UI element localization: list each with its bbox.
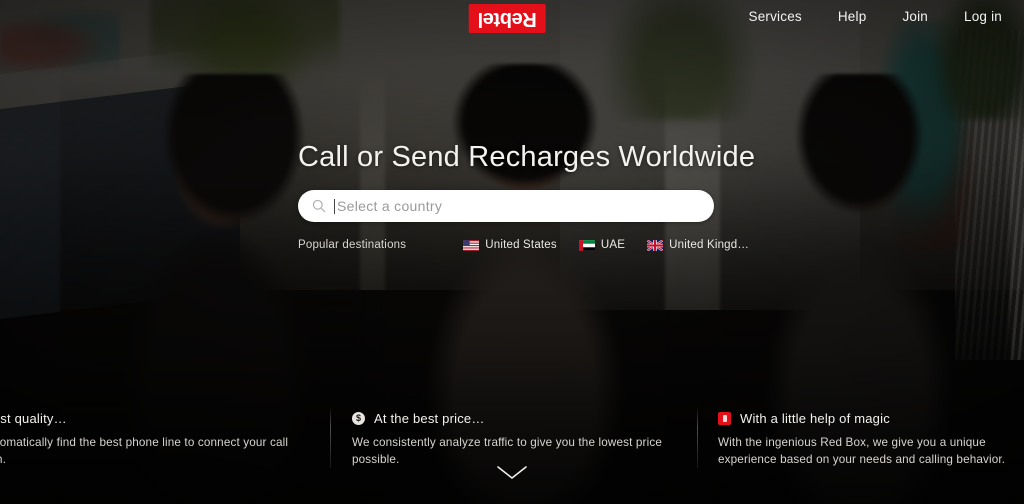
flag-gb-icon bbox=[647, 239, 664, 251]
destination-label: United Kingd… bbox=[669, 239, 750, 251]
rebtel-logo-text: Rebtel bbox=[478, 8, 537, 30]
feature-best-quality: Best quality… We automatically find the … bbox=[0, 410, 292, 468]
nav-item-help[interactable]: Help bbox=[838, 9, 867, 24]
feature-header: Best quality… bbox=[0, 410, 292, 426]
popular-destinations-label: Popular destinations bbox=[298, 239, 407, 251]
feature-divider bbox=[330, 406, 331, 468]
flag-ae-icon bbox=[578, 239, 595, 251]
dollar-icon: $ bbox=[352, 411, 365, 425]
feature-header: With a little help of magic bbox=[718, 410, 1018, 426]
site-header: Rebtel Services Help Join Log in bbox=[0, 0, 1024, 40]
destination-list: United States UAE United Kingd… bbox=[463, 239, 749, 251]
destination-label: United States bbox=[485, 239, 557, 251]
search-icon bbox=[312, 199, 326, 213]
red-box-icon bbox=[718, 411, 731, 425]
feature-red-box-magic: With a little help of magic With the ing… bbox=[718, 410, 1018, 468]
main-navigation: Services Help Join Log in bbox=[748, 9, 1002, 24]
feature-title: Best quality… bbox=[0, 410, 67, 426]
country-search-box[interactable]: Select a country bbox=[298, 190, 714, 222]
feature-title: At the best price… bbox=[374, 410, 485, 426]
feature-body: We automatically find the best phone lin… bbox=[0, 436, 289, 466]
nav-item-login[interactable]: Log in bbox=[964, 9, 1002, 24]
destination-uae[interactable]: UAE bbox=[578, 239, 626, 251]
rebtel-logo[interactable]: Rebtel bbox=[469, 4, 546, 33]
feature-divider bbox=[697, 406, 698, 468]
page-title: Call or Send Recharges Worldwide bbox=[298, 141, 756, 173]
feature-title: With a little help of magic bbox=[740, 410, 890, 426]
text-caret bbox=[334, 198, 335, 214]
feature-bar: Best quality… We automatically find the … bbox=[0, 400, 1024, 504]
feature-header: $ At the best price… bbox=[352, 410, 682, 426]
destination-label: UAE bbox=[600, 239, 626, 251]
hero-page: Rebtel Services Help Join Log in Call or… bbox=[0, 0, 1024, 504]
destination-united-kingdom[interactable]: United Kingd… bbox=[647, 239, 749, 251]
feature-best-price: $ At the best price… We consistently ana… bbox=[352, 410, 682, 468]
nav-item-services[interactable]: Services bbox=[748, 9, 801, 24]
feature-body: We consistently analyze traffic to give … bbox=[352, 436, 662, 466]
search-input[interactable]: Select a country bbox=[337, 198, 442, 214]
hero-content: Call or Send Recharges Worldwide Select … bbox=[298, 140, 756, 254]
nav-item-join[interactable]: Join bbox=[902, 9, 928, 24]
chevron-down-icon[interactable] bbox=[495, 464, 529, 482]
popular-destinations: Popular destinations United States UAE U… bbox=[298, 236, 749, 254]
flag-us-icon bbox=[463, 239, 480, 251]
feature-body: With the ingenious Red Box, we give you … bbox=[718, 436, 1006, 466]
destination-united-states[interactable]: United States bbox=[463, 239, 557, 251]
